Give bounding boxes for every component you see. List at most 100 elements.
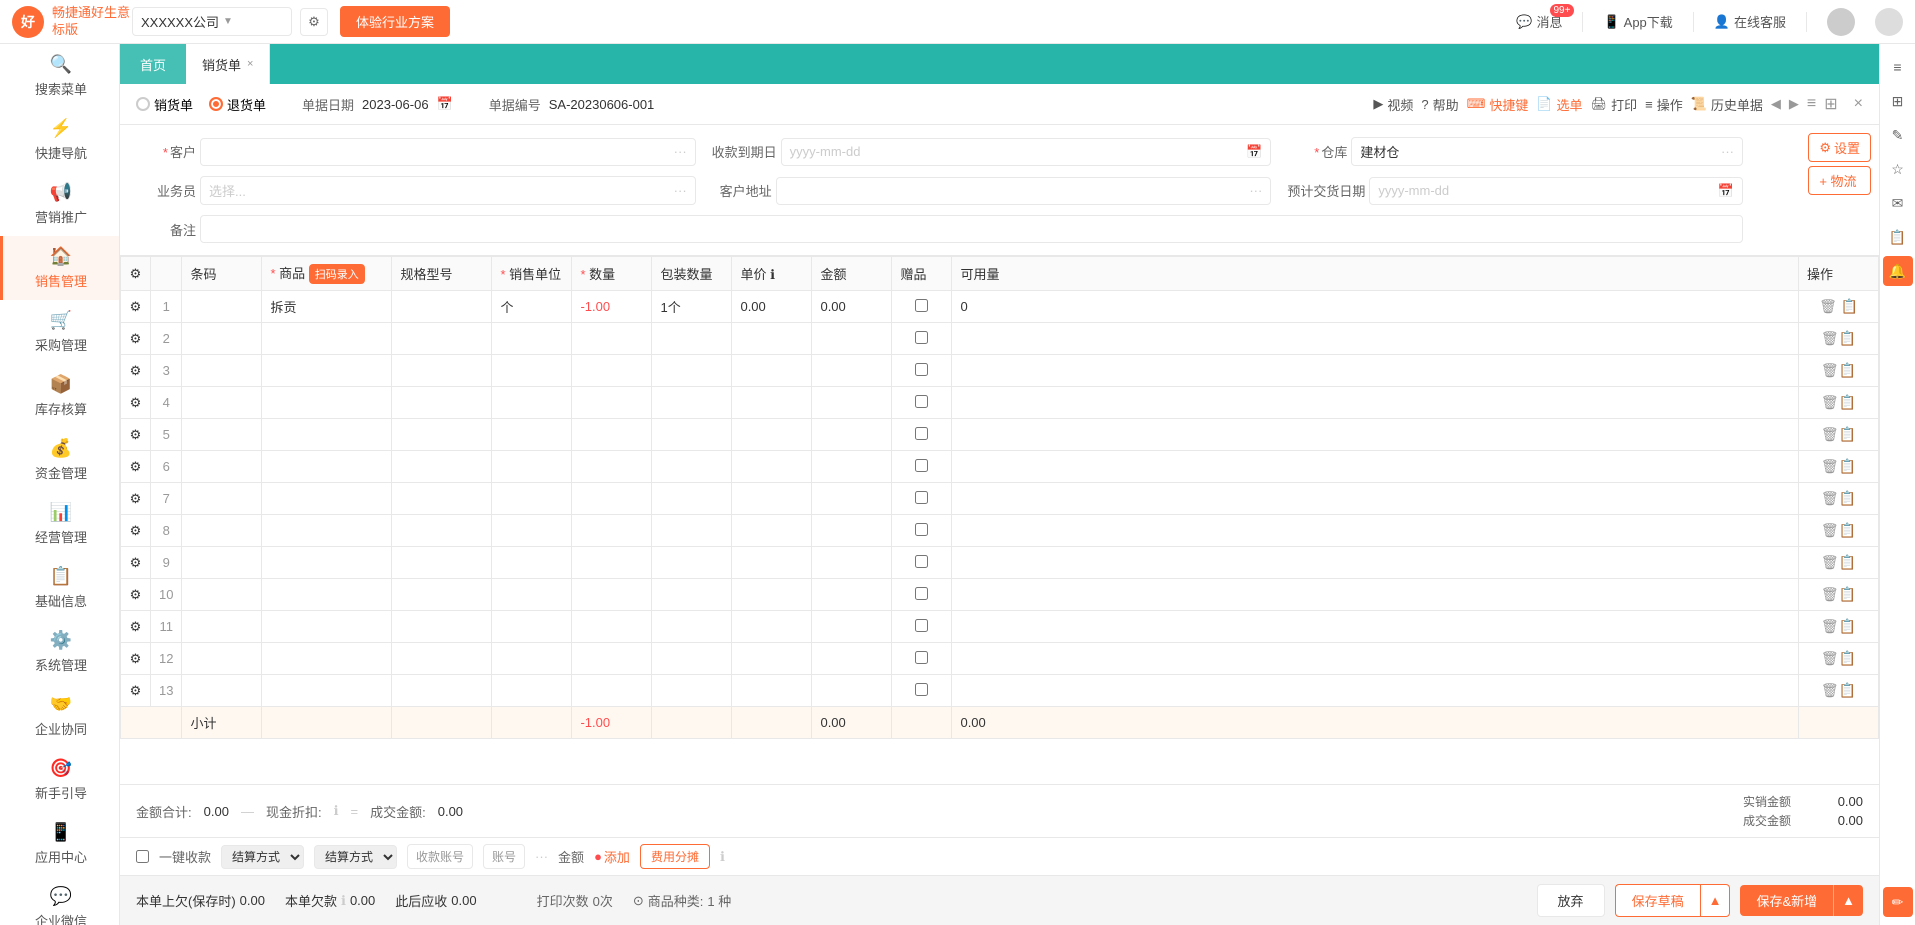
sidebar-item-sales[interactable]: 🏠 销售管理 — [0, 236, 119, 300]
sidebar-item-shortcut[interactable]: ⚡ 快捷导航 — [0, 108, 119, 172]
tab-sales-order[interactable]: 销货单 × — [186, 44, 270, 84]
scan-button[interactable]: 扫码录入 — [309, 264, 365, 284]
col-settings[interactable]: ⚙ — [121, 257, 151, 291]
gift-checkbox[interactable] — [915, 395, 928, 408]
gift-checkbox[interactable] — [915, 331, 928, 344]
radio-sales[interactable]: 销货单 — [136, 95, 193, 114]
delete-row-button[interactable]: 🗑 — [1821, 330, 1839, 347]
trial-button[interactable]: 体验行业方案 — [340, 6, 450, 37]
right-panel-btn-7[interactable]: 🔔 — [1883, 256, 1913, 286]
warehouse-input[interactable]: 建材仓 ··· — [1351, 137, 1743, 166]
copy-row-button[interactable]: 📋 — [1839, 682, 1856, 699]
prev-icon[interactable]: ◀ — [1771, 96, 1781, 112]
sidebar-item-marketing[interactable]: 📢 营销推广 — [0, 172, 119, 236]
shortcut-button[interactable]: ⌨ 快捷键 — [1467, 95, 1529, 114]
settlement-method-select[interactable]: 结算方式 — [221, 845, 304, 869]
radio-return[interactable]: 退货单 — [209, 95, 266, 114]
copy-row-button[interactable]: 📋 — [1839, 330, 1856, 347]
total-debt-icon[interactable]: ℹ — [341, 893, 346, 909]
discount-info-icon[interactable]: ℹ — [334, 803, 339, 819]
avatar2[interactable] — [1875, 8, 1903, 36]
account-number-input[interactable]: 账号 — [483, 844, 525, 869]
right-panel-btn-6[interactable]: 📋 — [1883, 222, 1913, 252]
delete-row-button[interactable]: 🗑 — [1821, 458, 1839, 475]
copy-row-button[interactable]: 📋 — [1839, 522, 1856, 539]
app-download-button[interactable]: 📱 App下载 — [1603, 12, 1672, 31]
delete-row-button[interactable]: 🗑 — [1821, 682, 1839, 699]
delete-row-button[interactable]: 🗑 — [1821, 586, 1839, 603]
right-panel-btn-8[interactable]: ✏ — [1883, 887, 1913, 917]
save-new-dropdown[interactable]: ▲ — [1833, 885, 1863, 916]
abandon-button[interactable]: 放弃 — [1537, 884, 1605, 917]
operations-button[interactable]: ≡ 操作 — [1645, 95, 1683, 114]
right-panel-btn-5[interactable]: ✉ — [1883, 188, 1913, 218]
online-service-button[interactable]: 👤 在线客服 — [1714, 12, 1786, 31]
gift-checkbox[interactable] — [915, 683, 928, 696]
customer-input[interactable]: ··· — [200, 138, 696, 166]
copy-row-button[interactable]: 📋 — [1839, 554, 1856, 571]
save-new-button[interactable]: 保存&新增 — [1740, 885, 1833, 916]
add-payment-button[interactable]: ● 添加 — [594, 847, 630, 866]
gift-checkbox[interactable] — [915, 651, 928, 664]
print-button[interactable]: 🖨 打印 — [1591, 95, 1638, 114]
gift-checkbox[interactable] — [915, 299, 928, 312]
help-button[interactable]: ? 帮助 — [1421, 95, 1458, 114]
sidebar-item-operations[interactable]: 📊 经营管理 — [0, 492, 119, 556]
avatar[interactable] — [1827, 8, 1855, 36]
sidebar-item-appstore[interactable]: 📱 应用中心 — [0, 812, 119, 876]
delete-row-button[interactable]: 🗑 — [1821, 490, 1839, 507]
copy-row-button[interactable]: 📋 — [1839, 426, 1856, 443]
copy-row-button[interactable]: 📋 — [1840, 298, 1857, 315]
gift-checkbox[interactable] — [915, 555, 928, 568]
tab-close-icon[interactable]: × — [247, 58, 253, 70]
copy-row-button[interactable]: 📋 — [1839, 650, 1856, 667]
notes-input[interactable] — [200, 215, 1743, 243]
delete-row-button[interactable]: 🗑 — [1821, 394, 1839, 411]
right-panel-btn-3[interactable]: ✎ — [1883, 120, 1913, 150]
calendar-icon[interactable]: 📅 — [437, 96, 453, 112]
delete-row-button[interactable]: 🗑 — [1821, 426, 1839, 443]
delete-row-button[interactable]: 🗑 — [1821, 650, 1839, 667]
delete-row-button[interactable]: 🗑 — [1821, 554, 1839, 571]
one-click-payment-checkbox[interactable] — [136, 850, 149, 863]
copy-row-button[interactable]: 📋 — [1839, 490, 1856, 507]
delivery-calendar-icon[interactable]: 📅 — [1718, 183, 1734, 199]
gift-checkbox[interactable] — [915, 619, 928, 632]
right-panel-btn-2[interactable]: ⊞ — [1883, 86, 1913, 116]
expected-delivery-input[interactable]: yyyy-mm-dd 📅 — [1369, 177, 1743, 205]
select-order-button[interactable]: 📄 选单 — [1536, 95, 1582, 114]
gift-checkbox[interactable] — [915, 523, 928, 536]
tab-home[interactable]: 首页 — [120, 44, 186, 84]
copy-row-button[interactable]: 📋 — [1839, 586, 1856, 603]
payment-due-input[interactable]: yyyy-mm-dd 📅 — [781, 138, 1272, 166]
gift-checkbox[interactable] — [915, 427, 928, 440]
close-button[interactable]: × — [1854, 95, 1863, 113]
view-list-icon[interactable]: ≡ — [1807, 95, 1816, 113]
copy-row-button[interactable]: 📋 — [1839, 618, 1856, 635]
right-panel-btn-1[interactable]: ≡ — [1883, 52, 1913, 82]
sidebar-item-finance[interactable]: 💰 资金管理 — [0, 428, 119, 492]
save-draft-button[interactable]: 保存草稿 — [1615, 884, 1700, 917]
sidebar-item-guide[interactable]: 🎯 新手引导 — [0, 748, 119, 812]
gift-checkbox[interactable] — [915, 491, 928, 504]
settlement-method-select2[interactable]: 结算方式 — [314, 845, 397, 869]
customer-address-input[interactable]: ··· — [776, 177, 1272, 205]
salesperson-input[interactable]: 选择... ··· — [200, 176, 696, 205]
sidebar-item-inventory[interactable]: 📦 库存核算 — [0, 364, 119, 428]
history-button[interactable]: 📜 历史单据 — [1691, 95, 1763, 114]
copy-row-button[interactable]: 📋 — [1839, 394, 1856, 411]
payment-calendar-icon[interactable]: 📅 — [1246, 144, 1262, 160]
logistics-button[interactable]: + 物流 — [1808, 166, 1871, 195]
settings-icon[interactable]: ⚙ — [300, 8, 328, 36]
settings-button[interactable]: ⚙ 设置 — [1808, 133, 1871, 162]
delete-row-button[interactable]: 🗑 — [1819, 298, 1837, 315]
sidebar-item-system[interactable]: ⚙️ 系统管理 — [0, 620, 119, 684]
delete-row-button[interactable]: 🗑 — [1821, 522, 1839, 539]
right-panel-btn-4[interactable]: ☆ — [1883, 154, 1913, 184]
delete-row-button[interactable]: 🗑 — [1821, 362, 1839, 379]
gift-checkbox[interactable] — [915, 363, 928, 376]
sidebar-item-wechat[interactable]: 💬 企业微信 — [0, 876, 119, 925]
sidebar-item-search[interactable]: 🔍 搜索菜单 — [0, 44, 119, 108]
fee-split-button[interactable]: 费用分摊 — [640, 844, 710, 869]
delete-row-button[interactable]: 🗑 — [1821, 618, 1839, 635]
